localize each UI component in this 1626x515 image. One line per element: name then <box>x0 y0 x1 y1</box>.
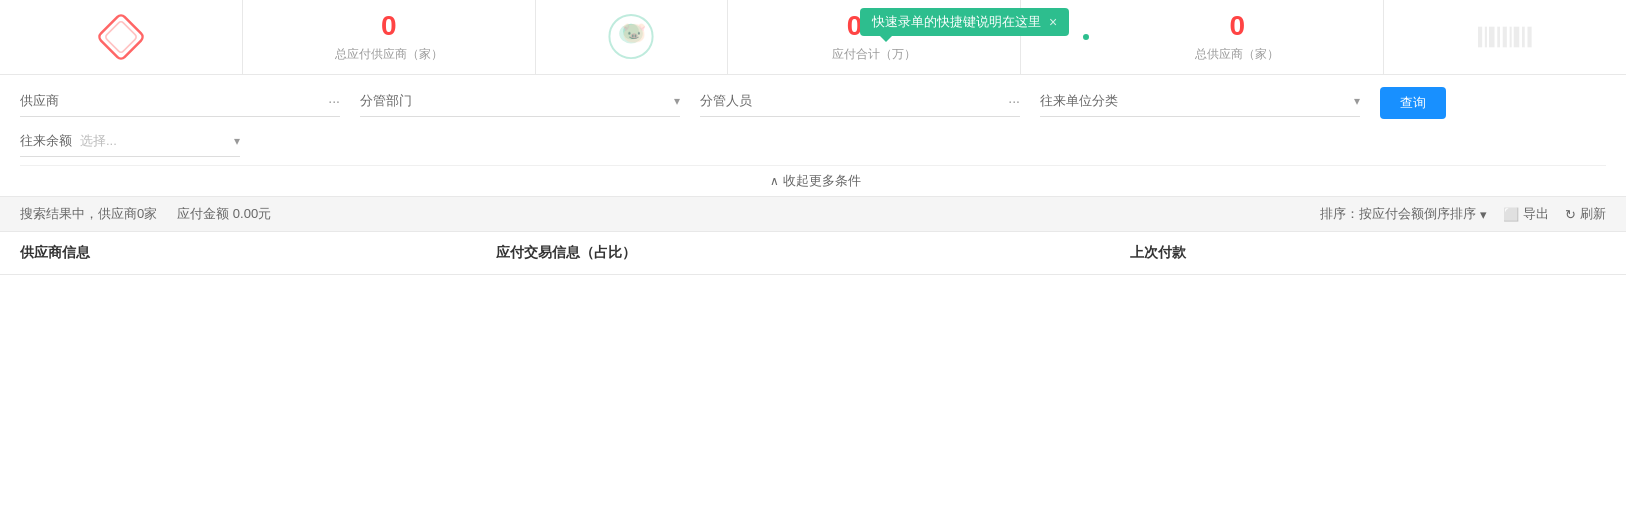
col-transaction-header: 应付交易信息（占比） <box>496 244 1130 262</box>
manager-input[interactable] <box>760 93 1008 108</box>
collapse-label: 收起更多条件 <box>783 172 861 190</box>
balance-placeholder: 选择... <box>80 132 234 150</box>
filters-section: 供应商 ··· 分管部门 ▾ 分管人员 ··· 往来单位分类 ▾ 查询 往来余额 <box>0 75 1626 197</box>
col-supplier-header: 供应商信息 <box>20 244 496 262</box>
supplier-label: 供应商 <box>20 92 59 110</box>
query-button[interactable]: 查询 <box>1380 87 1446 119</box>
svg-rect-10 <box>1502 27 1506 48</box>
stats-bar: 0 总应付供应商（家） 🐷 0.00 应付合计（万） 快速录单的快捷键说明在这里… <box>0 0 1626 75</box>
unit-category-arrow-icon: ▾ <box>1354 94 1360 108</box>
svg-rect-11 <box>1509 27 1511 48</box>
manager-dots[interactable]: ··· <box>1008 93 1020 109</box>
manager-filter[interactable]: 分管人员 ··· <box>700 89 1020 117</box>
balance-arrow-icon: ▾ <box>234 134 240 148</box>
svg-rect-12 <box>1513 27 1519 48</box>
refresh-label: 刷新 <box>1580 205 1606 223</box>
svg-rect-13 <box>1522 27 1525 48</box>
barcode-icon <box>1478 22 1533 52</box>
sort-label: 排序：按应付会额倒序排序 <box>1320 205 1476 223</box>
unit-category-label: 往来单位分类 <box>1040 92 1118 110</box>
stat-total-label: 应付合计（万） <box>832 46 916 63</box>
results-bar: 搜索结果中，供应商0家 应付金额 0.00元 排序：按应付会额倒序排序 ▾ ⬜ … <box>0 197 1626 232</box>
filter-row-2: 往来余额 选择... ▾ <box>20 129 1606 157</box>
collapse-button[interactable]: ∧ 收起更多条件 <box>20 165 1606 196</box>
results-suppliers: 搜索结果中，供应商0家 <box>20 205 157 223</box>
logo-section <box>0 0 243 74</box>
balance-label: 往来余额 <box>20 132 72 150</box>
tooltip-dot <box>1081 32 1091 42</box>
supplier-dots[interactable]: ··· <box>328 93 340 109</box>
results-summary: 搜索结果中，供应商0家 应付金额 0.00元 <box>20 205 271 223</box>
department-filter[interactable]: 分管部门 ▾ <box>360 89 680 117</box>
balance-filter[interactable]: 往来余额 选择... ▾ <box>20 129 240 157</box>
tooltip-text: 快速录单的快捷键说明在这里 <box>872 13 1041 31</box>
table-header: 供应商信息 应付交易信息（占比） 上次付款 <box>0 232 1626 275</box>
collapse-arrow-icon: ∧ <box>770 174 779 188</box>
empty-table-area <box>0 275 1626 515</box>
department-label: 分管部门 <box>360 92 412 110</box>
svg-rect-14 <box>1527 27 1531 48</box>
filter-row-1: 供应商 ··· 分管部门 ▾ 分管人员 ··· 往来单位分类 ▾ 查询 <box>20 87 1606 119</box>
unit-category-filter[interactable]: 往来单位分类 ▾ <box>1040 89 1360 117</box>
export-icon: ⬜ <box>1503 207 1519 222</box>
sort-arrow-icon: ▾ <box>1480 207 1487 222</box>
svg-text:🐷: 🐷 <box>622 20 647 44</box>
department-arrow-icon: ▾ <box>674 94 680 108</box>
export-button[interactable]: ⬜ 导出 <box>1503 205 1549 223</box>
svg-rect-7 <box>1485 27 1487 48</box>
sort-selector[interactable]: 排序：按应付会额倒序排序 ▾ <box>1320 205 1487 223</box>
stat-suppliers-label: 总供应商（家） <box>1195 46 1279 63</box>
results-amount: 应付金额 0.00元 <box>177 205 271 223</box>
export-label: 导出 <box>1523 205 1549 223</box>
piggy-icon: 🐷 <box>604 10 659 64</box>
stat-payable-value: 0 <box>381 11 397 42</box>
icon-section: 🐷 <box>536 0 728 74</box>
results-actions: 排序：按应付会额倒序排序 ▾ ⬜ 导出 ↻ 刷新 <box>1320 205 1606 223</box>
stat-total-suppliers: 0 总供应商（家） <box>1091 0 1384 74</box>
stat-payable-suppliers: 0 总应付供应商（家） <box>243 0 536 74</box>
svg-rect-8 <box>1489 27 1495 48</box>
svg-rect-0 <box>97 13 144 60</box>
refresh-button[interactable]: ↻ 刷新 <box>1565 205 1606 223</box>
tooltip-popup: 快速录单的快捷键说明在这里 × <box>860 8 1069 36</box>
supplier-input[interactable] <box>67 93 328 108</box>
right-icon-section <box>1384 0 1626 74</box>
manager-label: 分管人员 <box>700 92 752 110</box>
supplier-filter[interactable]: 供应商 ··· <box>20 89 340 117</box>
svg-rect-9 <box>1497 27 1500 48</box>
stat-payable-label: 总应付供应商（家） <box>335 46 443 63</box>
svg-rect-6 <box>1478 27 1482 48</box>
stat-suppliers-value: 0 <box>1229 11 1245 42</box>
diamond-logo-icon <box>96 12 146 62</box>
refresh-icon: ↻ <box>1565 207 1576 222</box>
col-lastpay-header: 上次付款 <box>1130 244 1606 262</box>
tooltip-close-btn[interactable]: × <box>1049 15 1057 29</box>
